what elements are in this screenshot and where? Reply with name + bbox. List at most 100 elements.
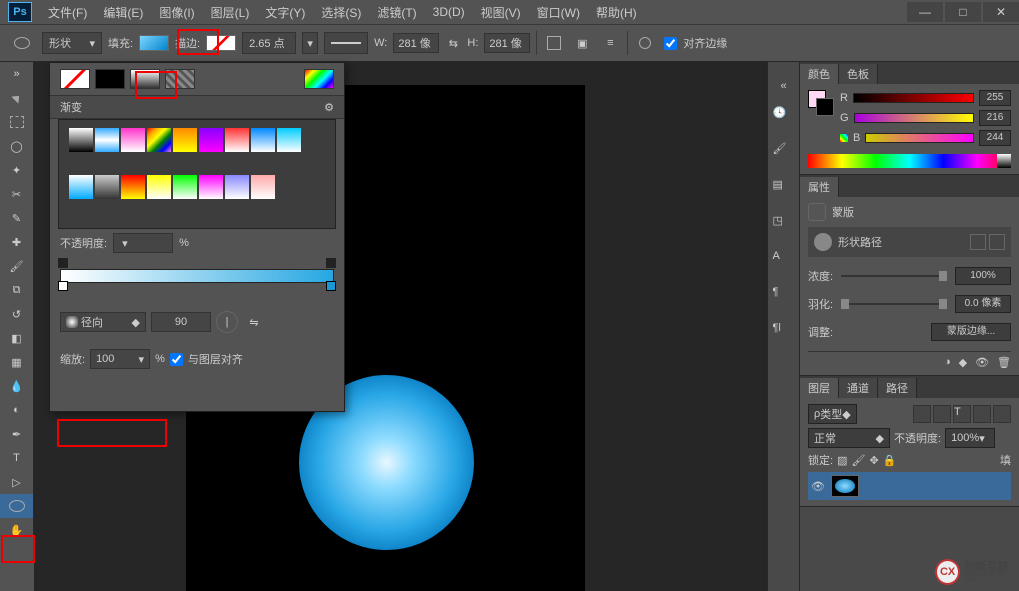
- spectrum-ramp[interactable]: [808, 154, 1011, 168]
- lasso-tool[interactable]: ◯: [0, 134, 33, 158]
- align-with-layer-checkbox[interactable]: [170, 353, 183, 366]
- link-wh-icon[interactable]: ⇆: [445, 35, 461, 51]
- pixel-mask-button[interactable]: [970, 234, 986, 250]
- menu-filter[interactable]: 滤镜(T): [369, 4, 424, 21]
- blur-tool[interactable]: 💧: [0, 374, 33, 398]
- menu-help[interactable]: 帮助(H): [588, 4, 645, 21]
- r-value[interactable]: 255: [979, 90, 1011, 106]
- filter-pixel-icon[interactable]: [913, 405, 931, 423]
- opacity-stop-left[interactable]: [58, 258, 68, 268]
- dodge-tool[interactable]: ◐: [0, 398, 33, 422]
- glyphs-dock-icon[interactable]: ¶l: [773, 322, 795, 344]
- align-edges-checkbox[interactable]: [664, 37, 677, 50]
- menu-select[interactable]: 选择(S): [313, 4, 369, 21]
- wand-tool[interactable]: ✦: [0, 158, 33, 182]
- gradient-preset-7[interactable]: [251, 128, 275, 152]
- gradient-preset-13[interactable]: [173, 175, 197, 199]
- gradient-preset-8[interactable]: [277, 128, 301, 152]
- expand-tools[interactable]: »: [0, 62, 33, 86]
- path-ops-icon[interactable]: [543, 32, 565, 54]
- blend-mode-dropdown[interactable]: 正常◆: [808, 428, 890, 448]
- shape-mode-dropdown[interactable]: 形状▾: [42, 32, 102, 54]
- tab-color[interactable]: 颜色: [800, 64, 839, 84]
- gradient-preset-3[interactable]: [147, 128, 171, 152]
- brush-dock-icon[interactable]: 🖌: [773, 142, 795, 164]
- tab-layers[interactable]: 图层: [800, 378, 839, 398]
- eyedropper-tool[interactable]: ✎: [0, 206, 33, 230]
- load-selection-icon[interactable]: ◑: [944, 356, 951, 369]
- gradient-preset-14[interactable]: [199, 175, 223, 199]
- fill-solid-button[interactable]: [95, 69, 125, 89]
- clone-source-dock-icon[interactable]: ◳: [773, 214, 795, 236]
- width-field[interactable]: 281 像: [393, 33, 439, 53]
- gradient-preset-10[interactable]: [95, 175, 119, 199]
- dock-collapse[interactable]: «: [768, 80, 799, 92]
- b-value[interactable]: 244: [979, 130, 1011, 146]
- menu-3d[interactable]: 3D(D): [425, 5, 473, 19]
- stamp-tool[interactable]: ⧉: [0, 278, 33, 302]
- brush-tool[interactable]: 🖌: [0, 254, 33, 278]
- visibility-eye-icon[interactable]: 👁: [811, 480, 825, 493]
- lock-all-icon[interactable]: 🔒: [883, 454, 897, 467]
- lock-pixels-icon[interactable]: 🖌: [851, 454, 865, 467]
- tab-swatches[interactable]: 色板: [839, 64, 878, 84]
- color-stop-left[interactable]: [58, 281, 68, 291]
- tab-paths[interactable]: 路径: [878, 378, 917, 398]
- tab-properties[interactable]: 属性: [800, 177, 839, 197]
- close-button[interactable]: ✕: [983, 2, 1019, 22]
- reverse-gradient-icon[interactable]: ⇋: [243, 311, 265, 333]
- layer-filter-kind-dropdown[interactable]: ρ 类型 ◆: [808, 404, 857, 424]
- menu-layer[interactable]: 图层(L): [203, 4, 258, 21]
- path-select-tool[interactable]: ▷: [0, 470, 33, 494]
- character-dock-icon[interactable]: A: [773, 250, 795, 272]
- lock-transparent-icon[interactable]: ▨: [837, 454, 847, 467]
- feather-slider[interactable]: [841, 303, 947, 305]
- gradient-menu-gear-icon[interactable]: ⚙: [324, 101, 334, 114]
- g-value[interactable]: 216: [979, 110, 1011, 126]
- gradient-preset-4[interactable]: [173, 128, 197, 152]
- gradient-preset-12[interactable]: [147, 175, 171, 199]
- menu-view[interactable]: 视图(V): [473, 4, 529, 21]
- stroke-style-dropdown[interactable]: ▾: [302, 32, 318, 54]
- ellipse-shape-tool[interactable]: [0, 494, 33, 518]
- layer-opacity-field[interactable]: 100% ▾: [945, 428, 995, 448]
- stroke-swatch[interactable]: [206, 35, 236, 51]
- stroke-width-field[interactable]: 2.65 点: [242, 32, 296, 54]
- tab-channels[interactable]: 通道: [839, 378, 878, 398]
- gradient-preset-16[interactable]: [251, 175, 275, 199]
- hand-tool[interactable]: ✋: [0, 518, 33, 542]
- opacity-stop-right[interactable]: [326, 258, 336, 268]
- color-picker-button[interactable]: [304, 69, 334, 89]
- brush-presets-dock-icon[interactable]: ▤: [773, 178, 795, 200]
- height-field[interactable]: 281 像: [484, 33, 530, 53]
- gradient-editor[interactable]: [60, 265, 334, 287]
- toggle-mask-icon[interactable]: 👁: [975, 356, 989, 369]
- mask-edge-button[interactable]: 蒙版边缘...: [931, 323, 1011, 341]
- scale-field[interactable]: 100▾: [90, 349, 150, 369]
- type-tool[interactable]: T: [0, 446, 33, 470]
- filter-type-icon[interactable]: T: [953, 405, 971, 423]
- gradient-tool[interactable]: ▦: [0, 350, 33, 374]
- gradient-preset-9[interactable]: [69, 175, 93, 199]
- angle-dial-icon[interactable]: |: [216, 311, 238, 333]
- history-brush-tool[interactable]: ↺: [0, 302, 33, 326]
- density-slider[interactable]: [841, 275, 947, 277]
- feather-value[interactable]: 0.0 像素: [955, 295, 1011, 313]
- menu-file[interactable]: 文件(F): [40, 4, 95, 21]
- gradient-style-dropdown[interactable]: 径向◆: [60, 312, 146, 332]
- stroke-type[interactable]: [324, 32, 368, 54]
- history-dock-icon[interactable]: 🕓: [773, 106, 795, 128]
- gradient-preset-15[interactable]: [225, 175, 249, 199]
- gradient-preset-11[interactable]: [121, 175, 145, 199]
- g-slider[interactable]: [854, 113, 974, 123]
- menu-type[interactable]: 文字(Y): [257, 4, 313, 21]
- b-slider[interactable]: [865, 133, 974, 143]
- filter-adjust-icon[interactable]: [933, 405, 951, 423]
- lock-position-icon[interactable]: ✥: [869, 454, 878, 467]
- fill-gradient-button[interactable]: [130, 69, 160, 89]
- fill-pattern-button[interactable]: [165, 69, 195, 89]
- minimize-button[interactable]: —: [907, 2, 943, 22]
- menu-image[interactable]: 图像(I): [151, 4, 202, 21]
- fill-swatch[interactable]: [139, 35, 169, 51]
- heal-tool[interactable]: ✚: [0, 230, 33, 254]
